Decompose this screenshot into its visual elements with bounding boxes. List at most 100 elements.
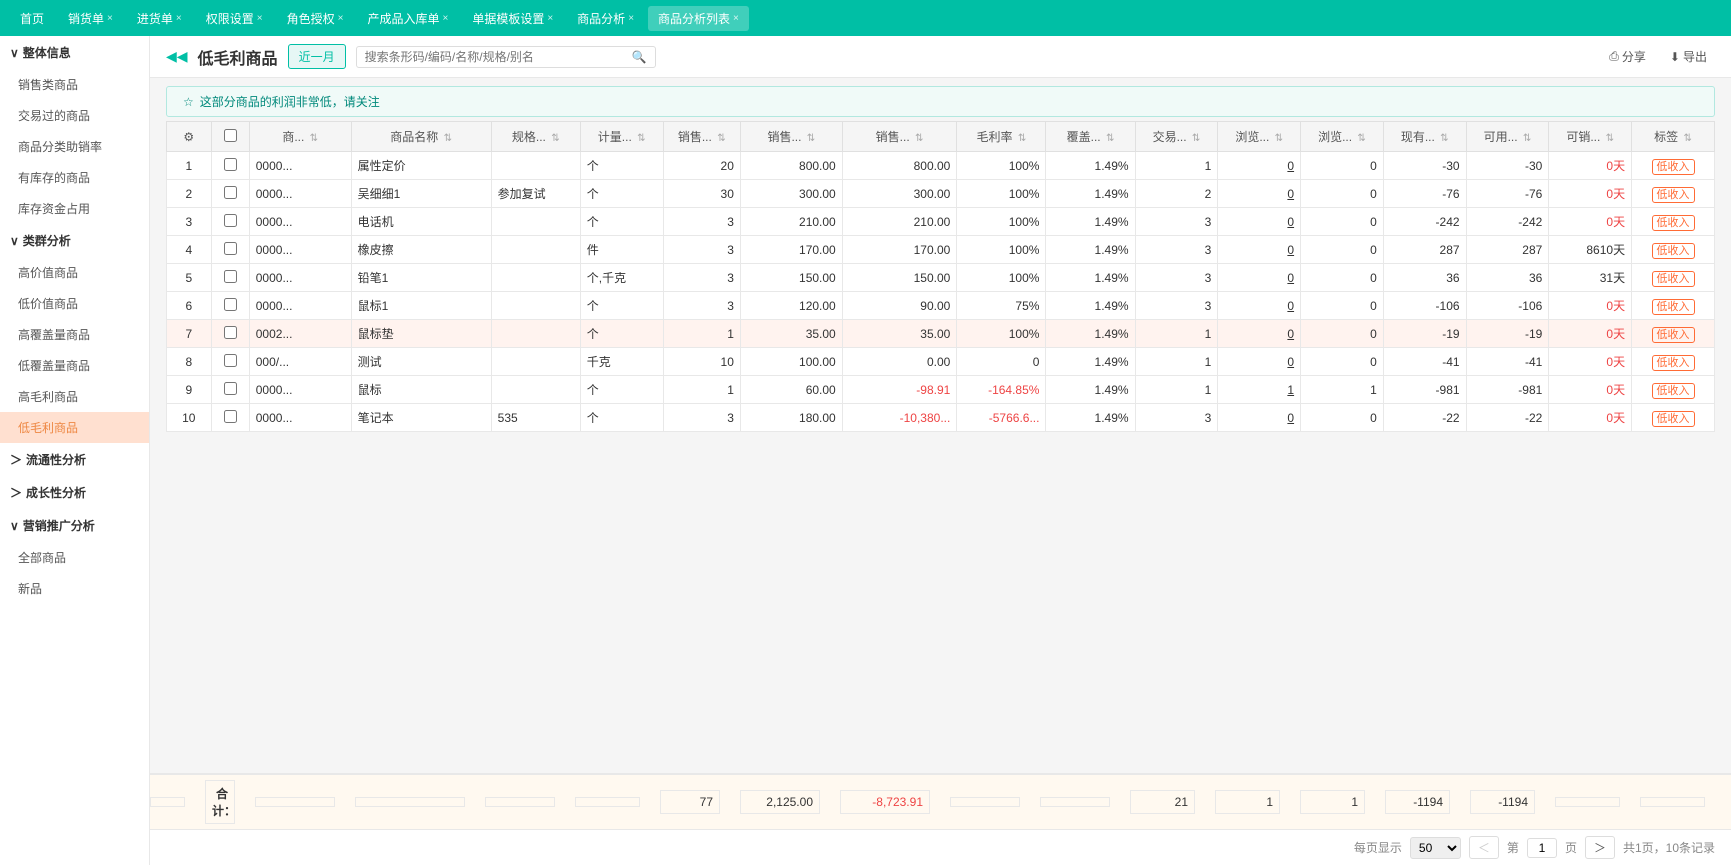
row-checkbox[interactable] <box>224 214 237 227</box>
cell-sales-price: 210.00 <box>740 208 842 236</box>
close-icon[interactable]: × <box>547 13 553 24</box>
col-cover-rate[interactable]: 覆盖... ⇅ <box>1046 122 1135 152</box>
nav-product-analysis-list[interactable]: 商品分析列表 × <box>648 6 749 31</box>
close-icon[interactable]: × <box>442 13 448 24</box>
row-checkbox[interactable] <box>224 270 237 283</box>
col-gross-margin[interactable]: 毛利率 ⇅ <box>957 122 1046 152</box>
col-sales-profit[interactable]: 销售... ⇅ <box>842 122 957 152</box>
sidebar-group-circulation[interactable]: ＞ 流通性分析 <box>0 443 149 476</box>
cell-checkbox[interactable] <box>211 180 249 208</box>
cell-checkbox[interactable] <box>211 320 249 348</box>
chevron-down-icon: ∨ <box>10 234 19 248</box>
row-checkbox[interactable] <box>224 242 237 255</box>
sidebar-item-capital-usage[interactable]: 库存资金占用 <box>0 193 149 224</box>
collapse-icon[interactable]: ◀◀ <box>166 48 188 65</box>
sidebar-item-low-coverage[interactable]: 低覆盖量商品 <box>0 350 149 381</box>
cell-spec: 参加复试 <box>491 180 580 208</box>
col-trade[interactable]: 交易... ⇅ <box>1135 122 1218 152</box>
share-button[interactable]: ⎙ 分享 <box>1601 45 1654 68</box>
col-sellable[interactable]: 可销... ⇅ <box>1549 122 1632 152</box>
cell-browse1[interactable]: 0 <box>1218 404 1301 432</box>
next-page-button[interactable]: ＞ <box>1585 836 1615 859</box>
cell-checkbox[interactable] <box>211 208 249 236</box>
cell-browse1[interactable]: 0 <box>1218 264 1301 292</box>
col-available[interactable]: 可用... ⇅ <box>1466 122 1549 152</box>
nav-permission-settings[interactable]: 权限设置 × <box>196 6 273 31</box>
cell-browse1[interactable]: 0 <box>1218 152 1301 180</box>
cell-browse1[interactable]: 0 <box>1218 292 1301 320</box>
cell-checkbox[interactable] <box>211 152 249 180</box>
cell-checkbox[interactable] <box>211 404 249 432</box>
sidebar-item-category-rate[interactable]: 商品分类助销率 <box>0 131 149 162</box>
nav-product-storage[interactable]: 产成品入库单 × <box>357 6 458 31</box>
close-icon[interactable]: × <box>257 13 263 24</box>
sidebar-item-low-margin[interactable]: 低毛利商品 <box>0 412 149 443</box>
sidebar-item-high-margin[interactable]: 高毛利商品 <box>0 381 149 412</box>
sidebar-item-all-goods[interactable]: 全部商品 <box>0 542 149 573</box>
sidebar-item-new-goods[interactable]: 新品 <box>0 573 149 604</box>
col-settings[interactable]: ⚙ <box>167 122 212 152</box>
search-icon[interactable]: 🔍 <box>632 50 647 64</box>
col-unit[interactable]: 计量... ⇅ <box>580 122 663 152</box>
export-button[interactable]: ⬇ 导出 <box>1662 45 1715 68</box>
col-tag[interactable]: 标签 ⇅ <box>1632 122 1715 152</box>
cell-browse1[interactable]: 0 <box>1218 208 1301 236</box>
prev-page-button[interactable]: ＜ <box>1469 836 1499 859</box>
sidebar-group-growth[interactable]: ＞ 成长性分析 <box>0 476 149 509</box>
cell-checkbox[interactable] <box>211 236 249 264</box>
cell-name: 鼠标垫 <box>351 320 491 348</box>
cell-checkbox[interactable] <box>211 376 249 404</box>
col-sales-qty[interactable]: 销售... ⇅ <box>663 122 740 152</box>
col-browse2[interactable]: 浏览... ⇅ <box>1301 122 1384 152</box>
sidebar-item-in-stock[interactable]: 有库存的商品 <box>0 162 149 193</box>
cell-browse2: 0 <box>1301 348 1384 376</box>
nav-role-auth[interactable]: 角色授权 × <box>277 6 354 31</box>
sidebar-item-high-value[interactable]: 高价值商品 <box>0 257 149 288</box>
row-checkbox[interactable] <box>224 158 237 171</box>
row-checkbox[interactable] <box>224 410 237 423</box>
sidebar-group-marketing[interactable]: ∨ 营销推广分析 <box>0 509 149 542</box>
sidebar-item-traded-goods[interactable]: 交易过的商品 <box>0 100 149 131</box>
row-checkbox[interactable] <box>224 298 237 311</box>
col-name[interactable]: 商品名称 ⇅ <box>351 122 491 152</box>
col-current-stock[interactable]: 现有... ⇅ <box>1383 122 1466 152</box>
nav-sales-order[interactable]: 销货单 × <box>58 6 123 31</box>
cell-browse2: 0 <box>1301 180 1384 208</box>
close-icon[interactable]: × <box>628 13 634 24</box>
col-sales-price[interactable]: 销售... ⇅ <box>740 122 842 152</box>
sidebar-item-sales-goods[interactable]: 销售类商品 <box>0 69 149 100</box>
sidebar-item-high-coverage[interactable]: 高覆盖量商品 <box>0 319 149 350</box>
row-checkbox[interactable] <box>224 186 237 199</box>
cell-browse1[interactable]: 0 <box>1218 320 1301 348</box>
nav-template-settings[interactable]: 单据模板设置 × <box>462 6 563 31</box>
close-icon[interactable]: × <box>338 13 344 24</box>
sidebar-group-cluster[interactable]: ∨ 类群分析 <box>0 224 149 257</box>
col-checkbox-all[interactable] <box>211 122 249 152</box>
cell-browse1[interactable]: 1 <box>1218 376 1301 404</box>
close-icon[interactable]: × <box>176 13 182 24</box>
page-size-select[interactable]: 50 100 200 <box>1410 837 1461 859</box>
cell-browse1[interactable]: 0 <box>1218 236 1301 264</box>
select-all-checkbox[interactable] <box>224 129 237 142</box>
close-icon[interactable]: × <box>733 13 739 24</box>
row-checkbox[interactable] <box>224 326 237 339</box>
page-number-input[interactable] <box>1527 838 1557 858</box>
sidebar-item-low-value[interactable]: 低价值商品 <box>0 288 149 319</box>
cell-checkbox[interactable] <box>211 264 249 292</box>
row-checkbox[interactable] <box>224 354 237 367</box>
col-spec[interactable]: 规格... ⇅ <box>491 122 580 152</box>
nav-home[interactable]: 首页 <box>10 6 54 31</box>
sidebar-group-overall[interactable]: ∨ 整体信息 <box>0 36 149 69</box>
col-browse1[interactable]: 浏览... ⇅ <box>1218 122 1301 152</box>
col-code[interactable]: 商... ⇅ <box>249 122 351 152</box>
search-input[interactable] <box>365 50 627 64</box>
filter-recent-month-button[interactable]: 近一月 <box>288 44 346 69</box>
nav-product-analysis[interactable]: 商品分析 × <box>567 6 644 31</box>
nav-purchase-order[interactable]: 进货单 × <box>127 6 192 31</box>
row-checkbox[interactable] <box>224 382 237 395</box>
cell-checkbox[interactable] <box>211 348 249 376</box>
cell-browse1[interactable]: 0 <box>1218 348 1301 376</box>
cell-checkbox[interactable] <box>211 292 249 320</box>
cell-browse1[interactable]: 0 <box>1218 180 1301 208</box>
close-icon[interactable]: × <box>107 13 113 24</box>
